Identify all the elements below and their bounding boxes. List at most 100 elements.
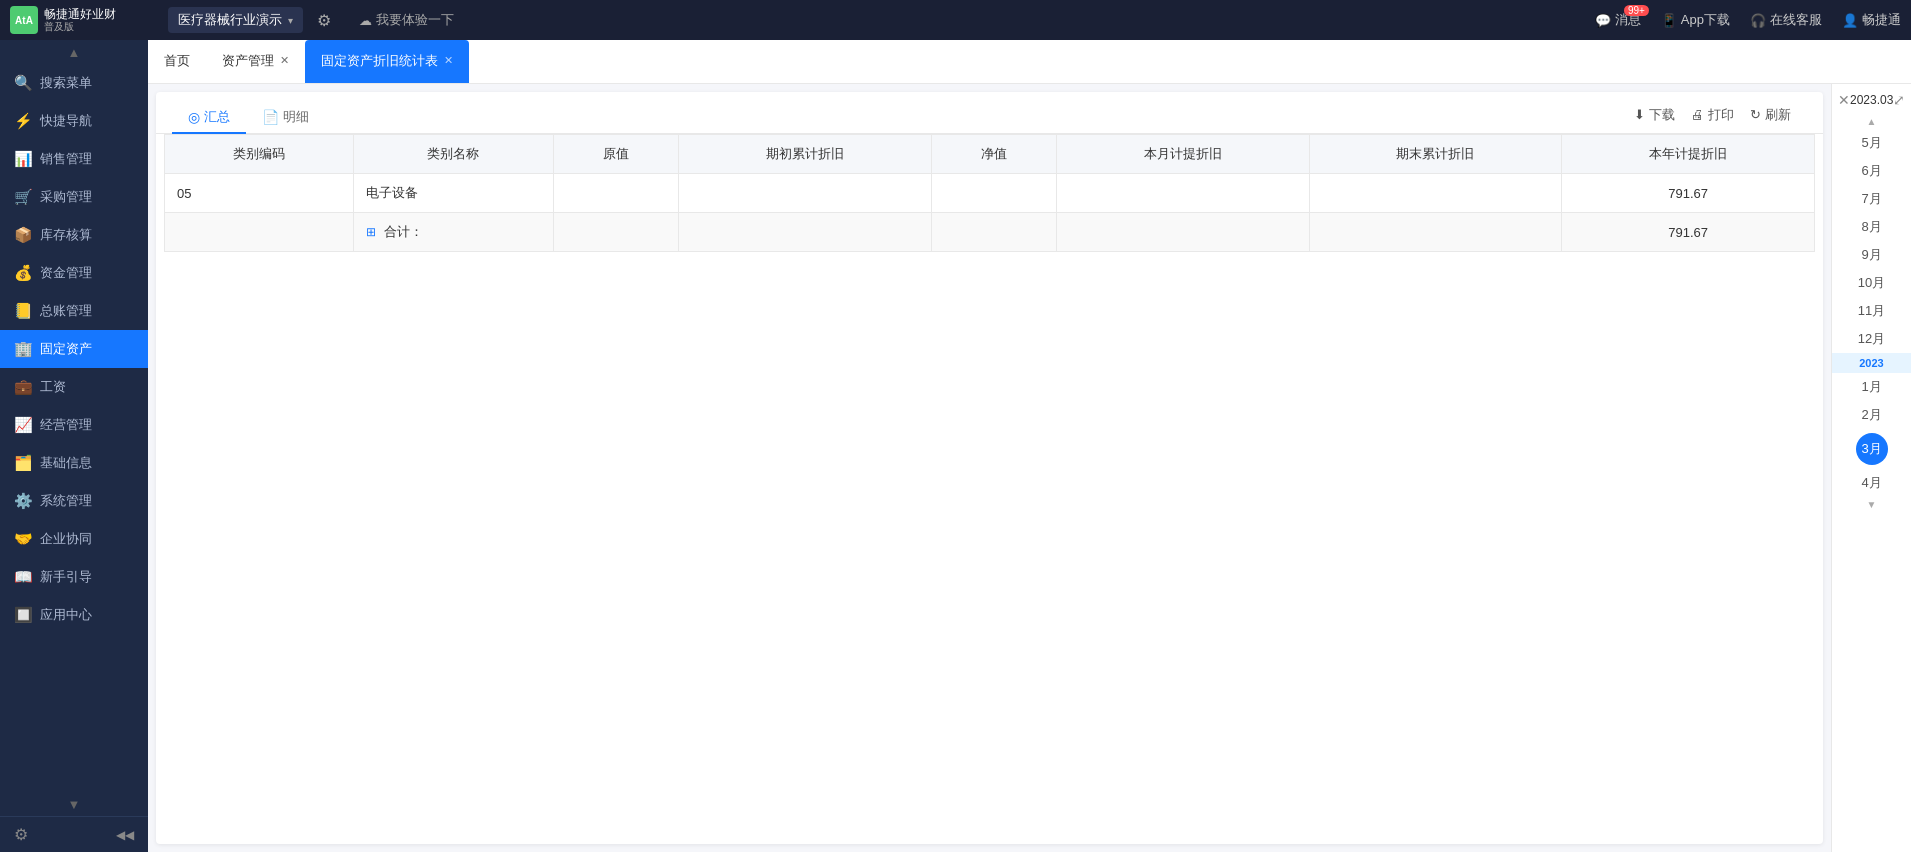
main-layout: ▲ 🔍 搜索菜单 ⚡ 快捷导航 📊 销售管理 🛒 采购管理 📦 库存核算 [0,40,1911,852]
sidebar-collapse-icon[interactable]: ◀◀ [116,828,134,842]
toolbar: ⬇ 下载 🖨 打印 ↻ 刷新 [1618,106,1807,130]
table-header-row: 类别编码 类别名称 原值 期初累计折旧 净值 本月计提折旧 期末累计折旧 本年计… [165,135,1815,174]
month-3-2023-selected[interactable]: 3月 [1856,433,1888,465]
sidebar-item-app-center[interactable]: 🔲 应用中心 [0,596,148,634]
tab-depreciation-table[interactable]: 固定资产折旧统计表 ✕ [305,40,469,83]
sidebar-item-guide[interactable]: 📖 新手引导 [0,558,148,596]
app-name-block: 畅捷通好业财 普及版 [44,7,116,33]
purchase-icon: 🛒 [14,188,32,206]
company-name: 医疗器械行业演示 [178,11,282,29]
tab-close-asset-management[interactable]: ✕ [280,54,289,67]
guide-icon: 📖 [14,568,32,586]
total-original [554,213,679,252]
app-download-label: App下载 [1681,11,1730,29]
sidebar-item-finance[interactable]: 💰 资金管理 [0,254,148,292]
col-header-name: 类别名称 [353,135,553,174]
summary-tab-icon: ◎ [188,109,200,125]
month-8-prev[interactable]: 8月 [1832,213,1911,241]
inventory-icon: 📦 [14,226,32,244]
total-empty [165,213,354,252]
tab-home[interactable]: 首页 [148,40,206,83]
tab-close-depreciation[interactable]: ✕ [444,54,453,67]
system-icon: ⚙️ [14,492,32,510]
month-6-prev[interactable]: 6月 [1832,157,1911,185]
scroll-up-indicator[interactable]: ▲ [1865,114,1879,129]
user-button[interactable]: 👤 畅捷通 [1842,11,1901,29]
asset-management-label: 资产管理 [222,52,274,70]
cell-monthly-dep [1056,174,1309,213]
settings-icon[interactable]: ⚙ [309,5,339,35]
month-10-prev[interactable]: 10月 [1832,269,1911,297]
cell-ending-dep [1309,174,1562,213]
scroll-down-indicator[interactable]: ▼ [1865,497,1879,512]
sidebar-item-basic-info[interactable]: 🗂️ 基础信息 [0,444,148,482]
refresh-button[interactable]: ↻ 刷新 [1750,106,1791,124]
user-name: 畅捷通 [1862,11,1901,29]
sub-tab-summary[interactable]: ◎ 汇总 [172,102,246,134]
tab-bar: 首页 资产管理 ✕ 固定资产折旧统计表 ✕ [148,40,1911,84]
app-center-icon: 🔲 [14,606,32,624]
sidebar-item-salary[interactable]: 💼 工资 [0,368,148,406]
sub-tab-detail[interactable]: 📄 明细 [246,102,325,134]
month-9-prev[interactable]: 9月 [1832,241,1911,269]
main-panel: ◎ 汇总 📄 明细 ⬇ 下载 🖨 [156,92,1823,844]
sidebar-label-operations: 经营管理 [40,416,92,434]
month-5-prev[interactable]: 5月 [1832,129,1911,157]
detail-tab-label: 明细 [283,108,309,126]
right-panel: ✕ 2023.03 ⤢ ▲ 5月 6月 7月 8月 9月 10月 11月 12月… [1831,84,1911,852]
month-4-2023[interactable]: 4月 [1832,469,1911,497]
current-tab-label: 固定资产折旧统计表 [321,52,438,70]
sidebar-item-quick-nav[interactable]: ⚡ 快捷导航 [0,102,148,140]
company-selector[interactable]: 医疗器械行业演示 ▾ [168,7,303,33]
print-button[interactable]: 🖨 打印 [1691,106,1734,124]
app-download-button[interactable]: 📱 App下载 [1661,11,1730,29]
sidebar-label-search: 搜索菜单 [40,74,92,92]
sidebar-item-sales[interactable]: 📊 销售管理 [0,140,148,178]
panel-close-icon[interactable]: ✕ [1838,92,1850,108]
month-11-prev[interactable]: 11月 [1832,297,1911,325]
sidebar-item-ledger[interactable]: 📒 总账管理 [0,292,148,330]
message-button[interactable]: 💬 消息 99+ [1595,11,1641,29]
online-service-button[interactable]: 🎧 在线客服 [1750,11,1822,29]
sidebar-scroll-down[interactable]: ▼ [0,792,148,816]
sidebar-item-enterprise[interactable]: 🤝 企业协同 [0,520,148,558]
user-icon: 👤 [1842,13,1858,28]
col-header-ending-dep: 期末累计折旧 [1309,135,1562,174]
sidebar-scroll-up[interactable]: ▲ [0,40,148,64]
tab-asset-management[interactable]: 资产管理 ✕ [206,40,305,83]
col-header-yearly-dep: 本年计提折旧 [1562,135,1815,174]
sidebar-item-fixed-assets[interactable]: 🏢 固定资产 [0,330,148,368]
sidebar-footer: ⚙ ◀◀ [0,816,148,852]
month-1-2023[interactable]: 1月 [1832,373,1911,401]
ledger-icon: 📒 [14,302,32,320]
col-header-beginning-dep: 期初累计折旧 [679,135,932,174]
panel-expand-icon[interactable]: ⤢ [1893,92,1905,108]
total-label: ⊞ 合计： [353,213,553,252]
footer-settings-icon[interactable]: ⚙ [14,825,28,844]
chevron-down-icon: ▾ [288,15,293,26]
finance-icon: 💰 [14,264,32,282]
top-header: AtA 畅捷通好业财 普及版 医疗器械行业演示 ▾ ⚙ ☁ 我要体验一下 💬 消… [0,0,1911,40]
header-right: 💬 消息 99+ 📱 App下载 🎧 在线客服 👤 畅捷通 [1595,11,1901,29]
sidebar-label-basic-info: 基础信息 [40,454,92,472]
sidebar-item-system[interactable]: ⚙️ 系统管理 [0,482,148,520]
sidebar-item-search[interactable]: 🔍 搜索菜单 [0,64,148,102]
total-monthly-dep [1056,213,1309,252]
download-button[interactable]: ⬇ 下载 [1634,106,1675,124]
experience-button[interactable]: ☁ 我要体验一下 [359,11,454,29]
sidebar-label-guide: 新手引导 [40,568,92,586]
sidebar-label-ledger: 总账管理 [40,302,92,320]
cell-net-value [931,174,1056,213]
message-badge: 99+ [1624,5,1649,16]
sidebar-item-operations[interactable]: 📈 经营管理 [0,406,148,444]
total-label-text: 合计： [384,224,423,239]
month-2-2023[interactable]: 2月 [1832,401,1911,429]
month-7-prev[interactable]: 7月 [1832,185,1911,213]
sidebar-item-inventory[interactable]: 📦 库存核算 [0,216,148,254]
cell-beginning-dep [679,174,932,213]
month-12-prev[interactable]: 12月 [1832,325,1911,353]
sales-icon: 📊 [14,150,32,168]
panel-date-label: 2023.03 [1850,93,1893,107]
sidebar-item-purchase[interactable]: 🛒 采购管理 [0,178,148,216]
table-wrapper: 类别编码 类别名称 原值 期初累计折旧 净值 本月计提折旧 期末累计折旧 本年计… [156,134,1823,844]
